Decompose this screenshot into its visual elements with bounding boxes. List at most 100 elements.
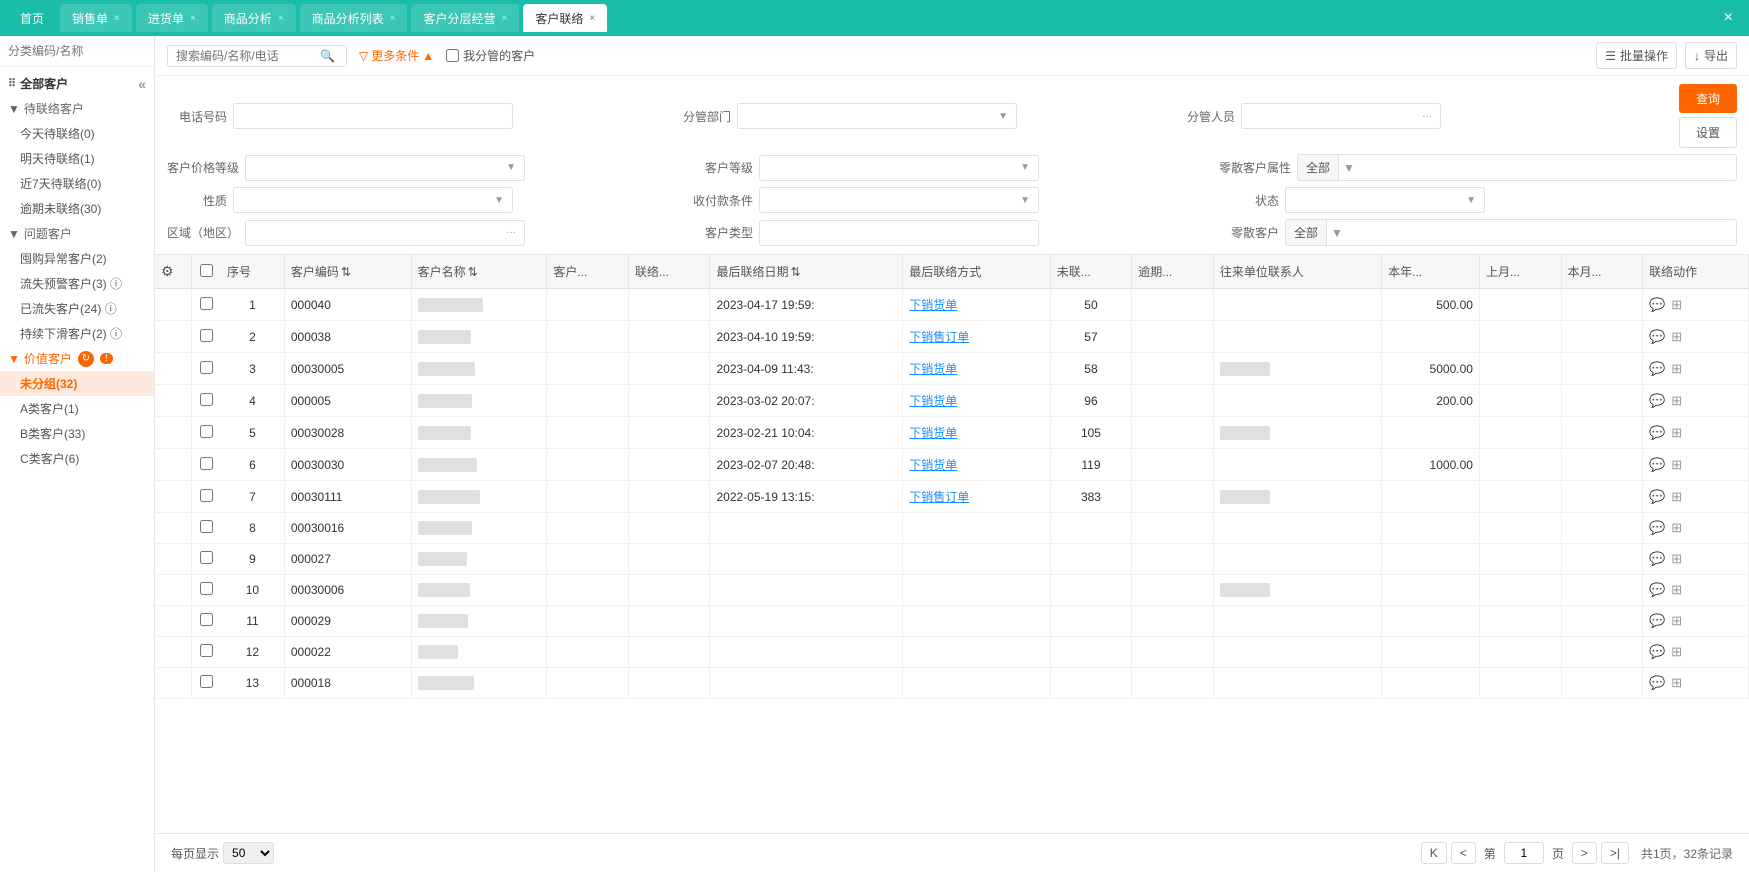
person-select[interactable]: ··· bbox=[1241, 103, 1441, 129]
tab-sales[interactable]: 销售单 × bbox=[60, 4, 132, 32]
last-method-link[interactable]: 下销货单 bbox=[909, 426, 957, 440]
grid-action-icon[interactable]: ⊞ bbox=[1671, 520, 1682, 536]
phone-input[interactable] bbox=[233, 103, 513, 129]
page-number-input[interactable] bbox=[1504, 842, 1544, 864]
sidebar-item-ungrouped[interactable]: 未分组(32) bbox=[0, 371, 154, 396]
tab-purchase[interactable]: 进货单 × bbox=[136, 4, 208, 32]
grid-action-icon[interactable]: ⊞ bbox=[1671, 361, 1682, 377]
row-checkbox-cell[interactable] bbox=[191, 385, 221, 417]
row-checkbox-cell[interactable] bbox=[191, 544, 221, 575]
search-icon[interactable]: 🔍 bbox=[320, 49, 335, 63]
row-checkbox[interactable] bbox=[200, 551, 213, 564]
sidebar-item-tomorrow-waiting[interactable]: 明天待联络(1) bbox=[0, 146, 154, 171]
refresh-icon[interactable]: ↻ bbox=[78, 351, 94, 367]
row-last-method[interactable]: 下销货单 bbox=[903, 353, 1050, 385]
prev-page-button[interactable]: < bbox=[1451, 842, 1476, 864]
next-page-button[interactable]: > bbox=[1572, 842, 1597, 864]
last-method-link[interactable]: 下销货单 bbox=[909, 458, 957, 472]
close-all-tabs-button[interactable]: × bbox=[1716, 9, 1741, 27]
col-name[interactable]: 客户名称 ⇅ bbox=[411, 255, 547, 289]
sidebar-search-box[interactable]: 🔍 bbox=[0, 36, 154, 67]
row-last-method[interactable]: 下销货单 bbox=[903, 385, 1050, 417]
sidebar-item-class-b[interactable]: B类客户(33) bbox=[0, 421, 154, 446]
row-last-method[interactable]: 下销售订单 bbox=[903, 481, 1050, 513]
region-select[interactable]: ··· bbox=[245, 220, 525, 246]
row-checkbox-cell[interactable] bbox=[191, 668, 221, 699]
row-last-method[interactable]: 下销货单 bbox=[903, 449, 1050, 481]
gender-select[interactable]: ▼ bbox=[233, 187, 513, 213]
sidebar-item-declining[interactable]: 持续下滑客户(2) ⓘ bbox=[0, 321, 154, 346]
dept-select[interactable]: ▼ bbox=[737, 103, 1017, 129]
grid-action-icon[interactable]: ⊞ bbox=[1671, 489, 1682, 505]
sidebar-item-hoarding-abnormal[interactable]: 囤购异常客户(2) bbox=[0, 246, 154, 271]
sidebar-search-input[interactable] bbox=[8, 44, 155, 58]
query-button[interactable]: 查询 bbox=[1679, 84, 1737, 113]
status-select[interactable]: ▼ bbox=[1285, 187, 1485, 213]
sidebar-item-class-a[interactable]: A类客户(1) bbox=[0, 396, 154, 421]
grid-action-icon[interactable]: ⊞ bbox=[1671, 297, 1682, 313]
export-button[interactable]: ↓ 导出 bbox=[1685, 42, 1737, 69]
chat-icon[interactable]: 💬 bbox=[1649, 329, 1665, 345]
sidebar-item-churned[interactable]: 已流失客户(24) ⓘ bbox=[0, 296, 154, 321]
row-checkbox-cell[interactable] bbox=[191, 449, 221, 481]
chat-icon[interactable]: 💬 bbox=[1649, 297, 1665, 313]
grid-action-icon[interactable]: ⊞ bbox=[1671, 393, 1682, 409]
chat-icon[interactable]: 💬 bbox=[1649, 489, 1665, 505]
group-problem-customers[interactable]: ▼ 问题客户 bbox=[0, 221, 154, 246]
close-purchase-icon[interactable]: × bbox=[190, 13, 196, 24]
row-checkbox-cell[interactable] bbox=[191, 637, 221, 668]
row-checkbox[interactable] bbox=[200, 520, 213, 533]
tab-product-analysis-list[interactable]: 商品分析列表 × bbox=[300, 4, 408, 32]
tab-product-analysis[interactable]: 商品分析 × bbox=[212, 4, 296, 32]
close-product-analysis-list-icon[interactable]: × bbox=[390, 13, 396, 24]
chat-icon[interactable]: 💬 bbox=[1649, 675, 1665, 691]
close-customer-contact-icon[interactable]: × bbox=[589, 13, 595, 24]
sidebar-item-7days-waiting[interactable]: 近7天待联络(0) bbox=[0, 171, 154, 196]
last-method-link[interactable]: 下销售订单 bbox=[909, 330, 969, 344]
row-last-method[interactable]: 下销售订单 bbox=[903, 321, 1050, 353]
sidebar-item-class-c[interactable]: C类客户(6) bbox=[0, 446, 154, 471]
close-sales-icon[interactable]: × bbox=[114, 13, 120, 24]
retail-attr-select[interactable]: 全部 ▼ bbox=[1297, 154, 1737, 181]
more-conditions-button[interactable]: ▽ 更多条件 ▲ bbox=[359, 47, 434, 64]
search-input[interactable] bbox=[176, 49, 316, 63]
row-checkbox[interactable] bbox=[200, 329, 213, 342]
row-checkbox[interactable] bbox=[200, 393, 213, 406]
grid-action-icon[interactable]: ⊞ bbox=[1671, 675, 1682, 691]
row-checkbox[interactable] bbox=[200, 613, 213, 626]
my-customers-checkbox[interactable]: 我分管的客户 bbox=[446, 47, 535, 64]
row-checkbox-cell[interactable] bbox=[191, 353, 221, 385]
col-code[interactable]: 客户编码 ⇅ bbox=[284, 255, 411, 289]
row-checkbox[interactable] bbox=[200, 582, 213, 595]
close-customer-segment-icon[interactable]: × bbox=[501, 13, 507, 24]
reset-button[interactable]: 设置 bbox=[1679, 117, 1737, 148]
customer-level-select[interactable]: ▼ bbox=[759, 155, 1039, 181]
my-customers-check[interactable] bbox=[446, 49, 459, 62]
tab-customer-contact[interactable]: 客户联络 × bbox=[523, 4, 607, 32]
chat-icon[interactable]: 💬 bbox=[1649, 520, 1665, 536]
row-checkbox-cell[interactable] bbox=[191, 575, 221, 606]
row-last-method[interactable]: 下销货单 bbox=[903, 417, 1050, 449]
grid-action-icon[interactable]: ⊞ bbox=[1671, 613, 1682, 629]
last-method-link[interactable]: 下销售订单 bbox=[909, 490, 969, 504]
row-last-method[interactable]: 下销货单 bbox=[903, 289, 1050, 321]
col-checkbox[interactable] bbox=[191, 255, 221, 289]
grid-action-icon[interactable]: ⊞ bbox=[1671, 551, 1682, 567]
settings-icon[interactable]: ⚙ bbox=[161, 263, 174, 279]
row-checkbox[interactable] bbox=[200, 644, 213, 657]
price-level-select[interactable]: ▼ bbox=[245, 155, 525, 181]
last-method-link[interactable]: 下销货单 bbox=[909, 362, 957, 376]
chat-icon[interactable]: 💬 bbox=[1649, 644, 1665, 660]
chat-icon[interactable]: 💬 bbox=[1649, 425, 1665, 441]
page-size-select[interactable]: 50 100 200 bbox=[223, 842, 274, 864]
chat-icon[interactable]: 💬 bbox=[1649, 582, 1665, 598]
sidebar-item-today-waiting[interactable]: 今天待联络(0) bbox=[0, 121, 154, 146]
sidebar-collapse-button[interactable]: « bbox=[138, 76, 146, 92]
row-checkbox[interactable] bbox=[200, 361, 213, 374]
close-product-analysis-icon[interactable]: × bbox=[278, 13, 284, 24]
sidebar-item-churn-warning[interactable]: 流失预警客户(3) ⓘ bbox=[0, 271, 154, 296]
chat-icon[interactable]: 💬 bbox=[1649, 457, 1665, 473]
row-checkbox-cell[interactable] bbox=[191, 289, 221, 321]
row-checkbox-cell[interactable] bbox=[191, 417, 221, 449]
grid-action-icon[interactable]: ⊞ bbox=[1671, 457, 1682, 473]
